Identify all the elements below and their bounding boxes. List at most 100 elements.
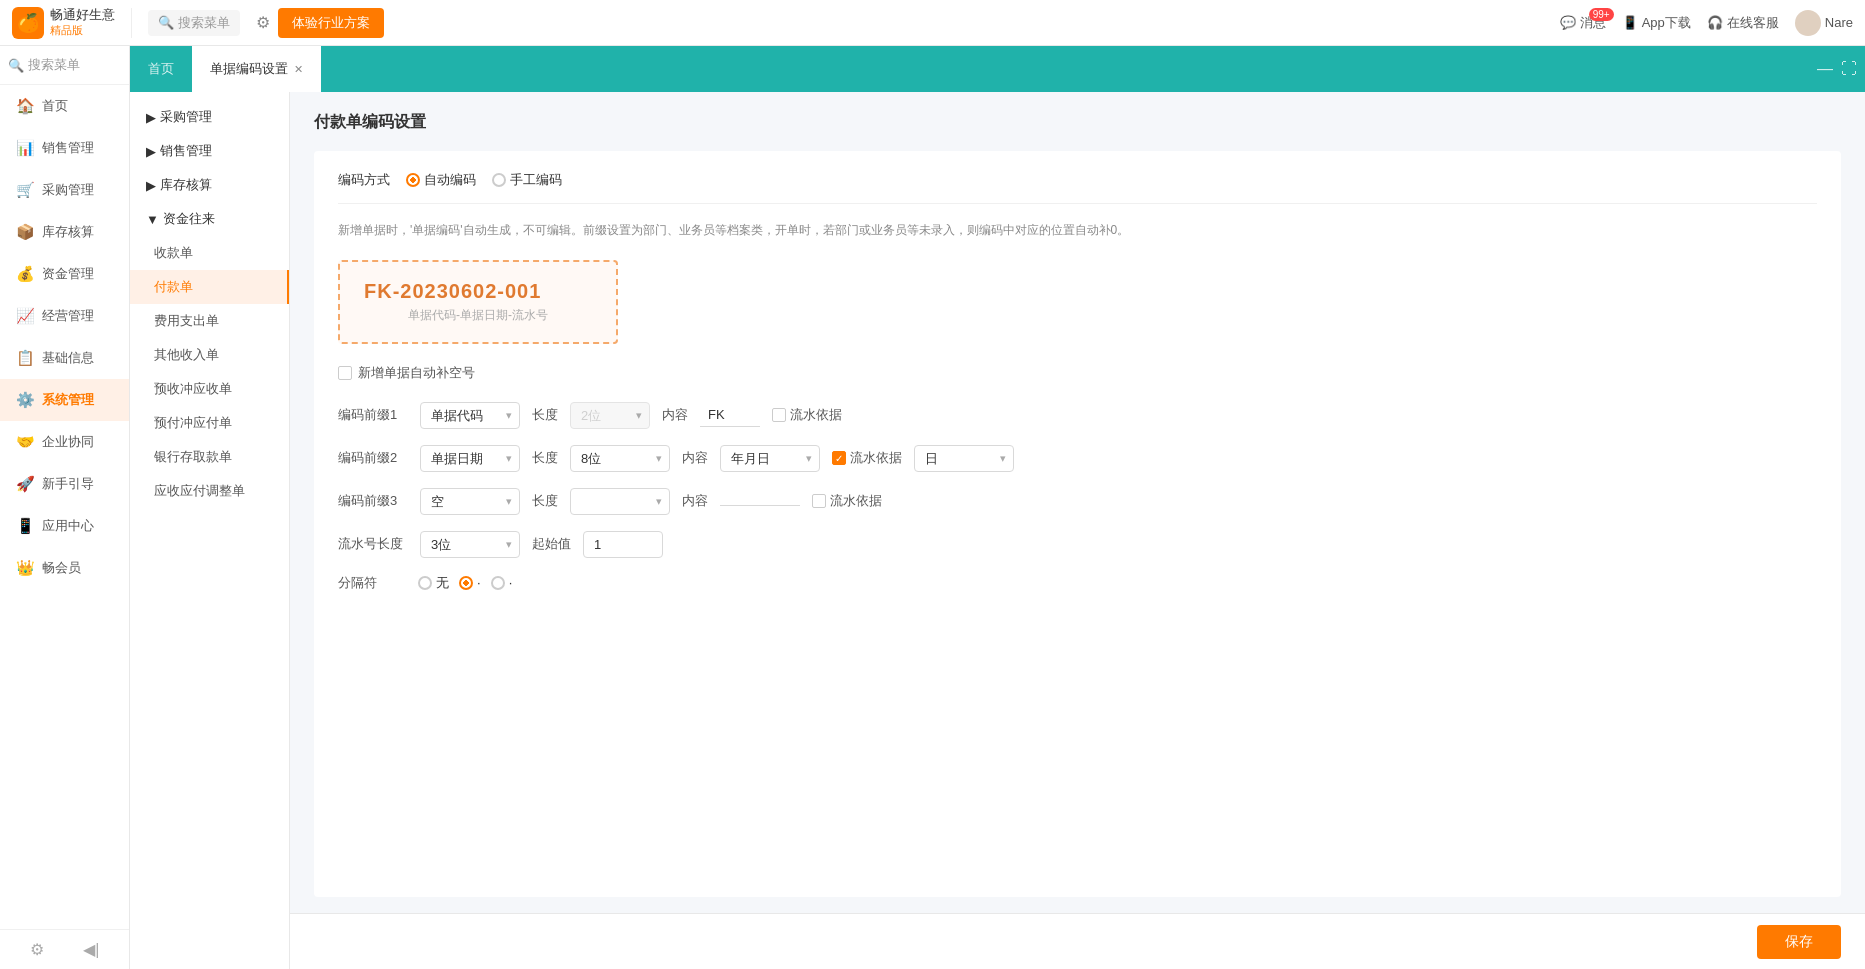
prefix3-length-label: 长度 — [532, 492, 558, 510]
prefix3-waterfall-checkbox[interactable] — [812, 494, 826, 508]
app-download-icon: 📱 — [1622, 15, 1638, 30]
radio-manual-label: 手工编码 — [510, 171, 562, 189]
prefix2-select[interactable]: 单据日期 部门 业务员 空 — [420, 445, 520, 472]
serial-length-select[interactable]: 3位 4位 5位 6位 — [420, 531, 520, 558]
sidebar-label-finance: 资金管理 — [42, 265, 94, 283]
save-button[interactable]: 保存 — [1757, 925, 1841, 959]
prefix3-select[interactable]: 空 单据代码 单据日期 部门 — [420, 488, 520, 515]
search-bar[interactable]: 🔍 搜索菜单 — [148, 10, 240, 36]
sidebar-label-corp: 企业协同 — [42, 433, 94, 451]
corp-icon: 🤝 — [16, 433, 34, 451]
prefix2-length-wrap: 8位 6位 4位 — [570, 445, 670, 472]
sidebar-label-home: 首页 — [42, 97, 68, 115]
tab-encode-settings[interactable]: 单据编码设置 ✕ — [192, 46, 321, 92]
submenu-arrow-sales: ▶ — [146, 144, 156, 159]
radio-auto-circle — [406, 173, 420, 187]
radio-manual[interactable]: 手工编码 — [492, 171, 562, 189]
message-btn[interactable]: 💬 消息 99+ — [1560, 14, 1606, 32]
topbar-right: 💬 消息 99+ 📱 App下载 🎧 在线客服 Nare — [1560, 10, 1853, 36]
tab-maximize-icon[interactable]: ⛶ — [1841, 60, 1857, 78]
prefix3-content-label: 内容 — [682, 492, 708, 510]
separator-none[interactable]: 无 — [418, 574, 449, 592]
submenu-item-payment[interactable]: 付款单 — [130, 270, 289, 304]
sidebar-item-purchase[interactable]: 🛒 采购管理 — [0, 169, 129, 211]
sidebar-item-inventory[interactable]: 📦 库存核算 — [0, 211, 129, 253]
user-area[interactable]: Nare — [1795, 10, 1853, 36]
prefix1-length-select[interactable]: 2位 — [570, 402, 650, 429]
prefix1-content-label: 内容 — [662, 406, 688, 424]
submenu-header-purchase[interactable]: ▶ 采购管理 — [130, 100, 289, 134]
prefix2-period-wrap: 日 月 年 — [914, 445, 1014, 472]
submenu-arrow-finance: ▼ — [146, 212, 159, 227]
submenu-item-adjust[interactable]: 应收应付调整单 — [130, 474, 289, 508]
industry-btn[interactable]: 体验行业方案 — [278, 8, 384, 38]
settings-bottom-icon[interactable]: ⚙ — [30, 940, 44, 959]
submenu-group-inventory: ▶ 库存核算 — [130, 168, 289, 202]
start-value-input[interactable] — [583, 531, 663, 558]
operation-icon: 📈 — [16, 307, 34, 325]
submenu-header-finance[interactable]: ▼ 资金往来 — [130, 202, 289, 236]
app-download-btn[interactable]: 📱 App下载 — [1622, 14, 1691, 32]
sidebar-item-sales[interactable]: 📊 销售管理 — [0, 127, 129, 169]
prefix2-content-label: 内容 — [682, 449, 708, 467]
prefix2-waterfall-checkbox[interactable]: ✓ — [832, 451, 846, 465]
submenu-item-receipt[interactable]: 收款单 — [130, 236, 289, 270]
sidebar-item-basic[interactable]: 📋 基础信息 — [0, 337, 129, 379]
separator-dot-label: · — [477, 575, 481, 590]
radio-auto[interactable]: 自动编码 — [406, 171, 476, 189]
logo-text-area: 畅通好生意 精品版 — [50, 7, 115, 39]
submenu-header-inventory[interactable]: ▶ 库存核算 — [130, 168, 289, 202]
app-center-icon: 📱 — [16, 517, 34, 535]
settings-icon[interactable]: ⚙ — [256, 13, 270, 32]
sidebar-item-finance[interactable]: 💰 资金管理 — [0, 253, 129, 295]
sidebar-item-member[interactable]: 👑 畅会员 — [0, 547, 129, 589]
separator-dot[interactable]: · — [459, 575, 481, 590]
prefix2-length-select[interactable]: 8位 6位 4位 — [570, 445, 670, 472]
sidebar-item-guide[interactable]: 🚀 新手引导 — [0, 463, 129, 505]
prefix2-period-select[interactable]: 日 月 年 — [914, 445, 1014, 472]
sidebar-item-app[interactable]: 📱 应用中心 — [0, 505, 129, 547]
prefix1-waterfall-label: 流水依据 — [790, 406, 842, 424]
submenu-item-bank[interactable]: 银行存取款单 — [130, 440, 289, 474]
submenu-item-prepay-pay[interactable]: 预付冲应付单 — [130, 406, 289, 440]
online-service-btn[interactable]: 🎧 在线客服 — [1707, 14, 1779, 32]
auto-fill-row: 新增单据自动补空号 — [338, 364, 1817, 382]
auto-fill-checkbox[interactable] — [338, 366, 352, 380]
prefix1-waterfall-checkbox[interactable] — [772, 408, 786, 422]
serial-row: 流水号长度 3位 4位 5位 6位 起始值 — [338, 531, 1817, 558]
tab-close-icon[interactable]: ✕ — [294, 63, 303, 76]
sidebar-search[interactable]: 🔍 搜索菜单 — [0, 46, 129, 85]
bottom-bar: 保存 — [290, 913, 1865, 969]
collapse-icon[interactable]: ◀| — [83, 940, 99, 959]
submenu-group-sales: ▶ 销售管理 — [130, 134, 289, 168]
submenu-header-sales[interactable]: ▶ 销售管理 — [130, 134, 289, 168]
prefix1-length-wrap: 2位 — [570, 402, 650, 429]
sidebar-item-operation[interactable]: 📈 经营管理 — [0, 295, 129, 337]
search-icon: 🔍 — [158, 15, 174, 30]
message-count: 99+ — [1589, 8, 1614, 21]
guide-icon: 🚀 — [16, 475, 34, 493]
page-content: 付款单编码设置 编码方式 自动编码 手工编码 — [290, 92, 1865, 969]
separator-dot2[interactable]: · — [491, 575, 513, 590]
sidebar-nav: 🏠 首页 📊 销售管理 🛒 采购管理 📦 库存核算 💰 资金管理 📈 经 — [0, 85, 129, 929]
prefix1-select-wrap: 单据代码 部门 业务员 空 — [420, 402, 520, 429]
submenu-item-expense[interactable]: 费用支出单 — [130, 304, 289, 338]
submenu-item-prepay-recv[interactable]: 预收冲应收单 — [130, 372, 289, 406]
tab-home[interactable]: 首页 — [130, 46, 192, 92]
sidebar-item-system[interactable]: ⚙️ 系统管理 — [0, 379, 129, 421]
separator-row: 分隔符 无 · · — [338, 574, 1817, 592]
content-area: 首页 单据编码设置 ✕ — ⛶ ▶ 采购管理 — [130, 46, 1865, 969]
prefix1-content-value: FK — [700, 403, 760, 427]
sidebar-item-home[interactable]: 🏠 首页 — [0, 85, 129, 127]
tab-minimize-icon[interactable]: — — [1817, 60, 1833, 78]
prefix3-content-value — [720, 497, 800, 506]
sidebar-label-guide: 新手引导 — [42, 475, 94, 493]
info-text: 新增单据时，'单据编码'自动生成，不可编辑。前缀设置为部门、业务员等档案类，开单… — [338, 220, 1817, 242]
prefix2-content-select[interactable]: 年月日 年月 年 — [720, 445, 820, 472]
prefix3-length-select[interactable] — [570, 488, 670, 515]
separator-none-label: 无 — [436, 574, 449, 592]
sidebar-search-icon: 🔍 — [8, 58, 24, 73]
prefix1-select[interactable]: 单据代码 部门 业务员 空 — [420, 402, 520, 429]
submenu-item-other-income[interactable]: 其他收入单 — [130, 338, 289, 372]
sidebar-item-corp[interactable]: 🤝 企业协同 — [0, 421, 129, 463]
